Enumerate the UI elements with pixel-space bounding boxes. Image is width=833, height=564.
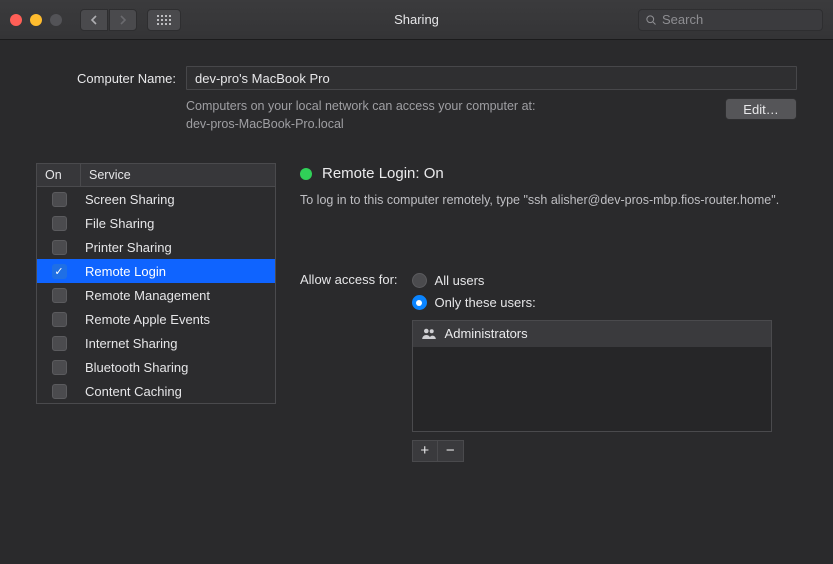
add-remove-buttons: + − — [412, 440, 464, 462]
service-row-remote-management[interactable]: Remote Management — [37, 283, 275, 307]
service-checkbox[interactable] — [52, 312, 67, 327]
computer-name-hint: Computers on your local network can acce… — [186, 98, 711, 133]
nav-buttons — [80, 9, 137, 31]
window-controls — [10, 14, 62, 26]
service-checkbox[interactable] — [52, 336, 67, 351]
col-on: On — [37, 164, 81, 186]
add-user-button[interactable]: + — [413, 441, 439, 461]
service-row-bluetooth-sharing[interactable]: Bluetooth Sharing — [37, 355, 275, 379]
forward-button[interactable] — [109, 9, 137, 31]
service-label: Remote Login — [81, 264, 275, 279]
grid-icon — [157, 15, 171, 25]
minimize-window-button[interactable] — [30, 14, 42, 26]
radio-only-these-users[interactable]: Only these users: — [412, 292, 772, 314]
radio-all-users[interactable]: All users — [412, 270, 772, 292]
edit-button[interactable]: Edit… — [725, 98, 797, 120]
service-label: Remote Apple Events — [81, 312, 275, 327]
service-label: File Sharing — [81, 216, 275, 231]
service-checkbox[interactable] — [52, 240, 67, 255]
radio-icon — [412, 295, 427, 310]
service-row-internet-sharing[interactable]: Internet Sharing — [37, 331, 275, 355]
computer-name-field[interactable]: dev-pro's MacBook Pro — [186, 66, 797, 90]
service-checkbox[interactable]: ✓ — [52, 264, 67, 279]
search-field[interactable]: Search — [638, 9, 823, 31]
status-indicator-icon — [300, 168, 312, 180]
col-service: Service — [81, 164, 275, 186]
service-label: Screen Sharing — [81, 192, 275, 207]
service-label: Bluetooth Sharing — [81, 360, 275, 375]
service-row-printer-sharing[interactable]: Printer Sharing — [37, 235, 275, 259]
radio-icon — [412, 273, 427, 288]
computer-name-label: Computer Name: — [36, 71, 176, 86]
users-list[interactable]: Administrators — [412, 320, 772, 432]
service-label: Internet Sharing — [81, 336, 275, 351]
services-header: On Service — [37, 164, 275, 187]
service-status: Remote Login: On — [322, 165, 444, 182]
search-placeholder: Search — [662, 12, 703, 27]
service-row-remote-apple-events[interactable]: Remote Apple Events — [37, 307, 275, 331]
detail-pane: Remote Login: On To log in to this compu… — [300, 163, 797, 462]
titlebar: Sharing Search — [0, 0, 833, 40]
remove-user-button[interactable]: − — [438, 441, 463, 461]
service-row-file-sharing[interactable]: File Sharing — [37, 211, 275, 235]
show-all-button[interactable] — [147, 9, 181, 31]
login-instruction: To log in to this computer remotely, typ… — [300, 192, 797, 210]
service-row-remote-login[interactable]: ✓ Remote Login — [37, 259, 275, 283]
service-checkbox[interactable] — [52, 192, 67, 207]
service-checkbox[interactable] — [52, 360, 67, 375]
users-icon — [421, 326, 437, 342]
service-label: Printer Sharing — [81, 240, 275, 255]
service-checkbox[interactable] — [52, 384, 67, 399]
back-button[interactable] — [80, 9, 108, 31]
services-table: On Service Screen Sharing File Sharing Pri… — [36, 163, 276, 404]
service-label: Remote Management — [81, 288, 275, 303]
service-label: Content Caching — [81, 384, 275, 399]
service-row-screen-sharing[interactable]: Screen Sharing — [37, 187, 275, 211]
user-row[interactable]: Administrators — [413, 321, 771, 347]
service-row-content-caching[interactable]: Content Caching — [37, 379, 275, 403]
access-label: Allow access for: — [300, 270, 398, 287]
service-checkbox[interactable] — [52, 288, 67, 303]
zoom-window-button[interactable] — [50, 14, 62, 26]
close-window-button[interactable] — [10, 14, 22, 26]
service-checkbox[interactable] — [52, 216, 67, 231]
search-icon — [645, 14, 657, 26]
